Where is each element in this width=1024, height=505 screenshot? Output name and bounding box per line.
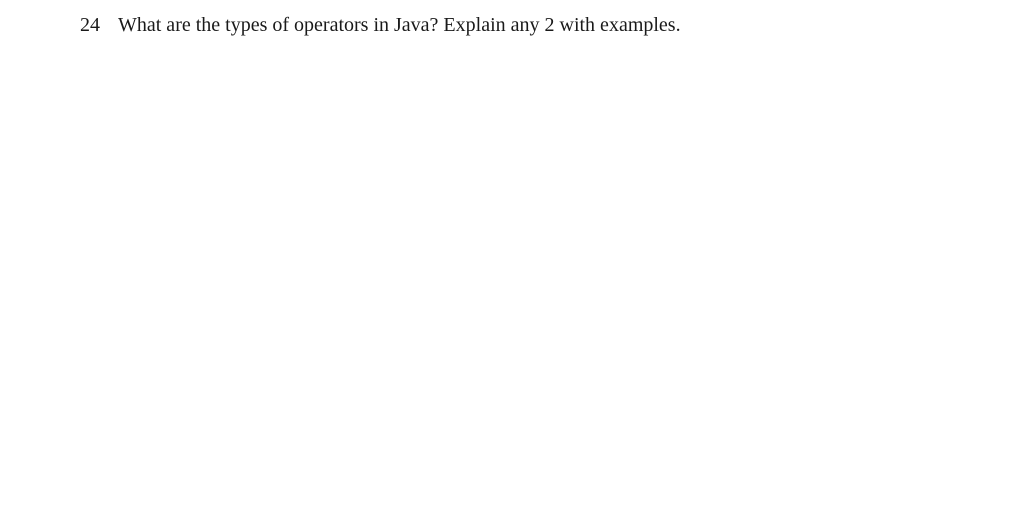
question-row: 24 What are the types of operators in Ja…: [76, 14, 1024, 37]
question-text: What are the types of operators in Java?…: [118, 14, 681, 37]
question-number: 24: [76, 14, 100, 37]
